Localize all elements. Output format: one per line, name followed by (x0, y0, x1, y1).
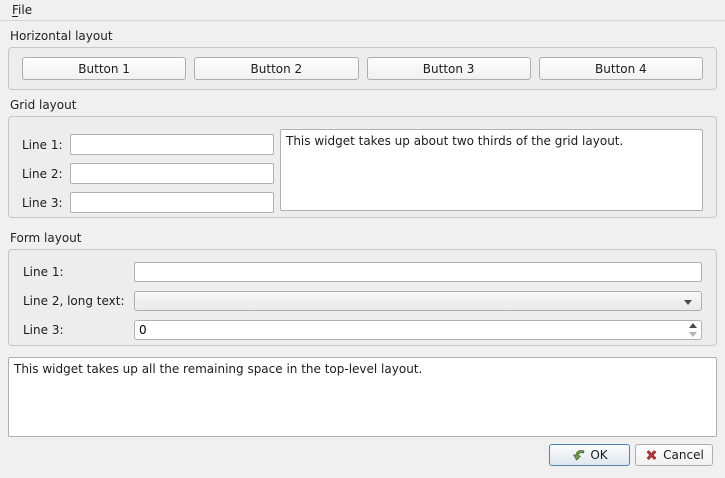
groupbox-form-frame: Line 1: Line 2, long text: Line 3: (8, 249, 717, 346)
groupbox-grid-layout: Grid layout Line 1: Line 2: Line 3: This… (8, 98, 717, 218)
spinbox-up-button[interactable] (685, 321, 701, 330)
button-4[interactable]: Button 4 (538, 57, 703, 80)
ok-button[interactable]: OK (549, 444, 630, 466)
form-line2-combobox[interactable] (134, 291, 702, 311)
form-line2-field (134, 291, 702, 311)
form-line3-label: Line 3: (23, 323, 64, 337)
groupbox-grid-frame: Line 1: Line 2: Line 3: This widget take… (8, 116, 717, 218)
cancel-button[interactable]: Cancel (635, 444, 713, 466)
grid-text-edit[interactable]: This widget takes up about two thirds of… (280, 129, 703, 211)
form-row-2: Line 2, long text: (23, 291, 702, 311)
form-line3-field (134, 320, 702, 340)
grid-line3-input[interactable] (70, 192, 274, 213)
grid-line2-input[interactable] (70, 163, 274, 184)
groupbox-horizontal-layout: Horizontal layout Button 1 Button 2 Butt… (8, 29, 717, 90)
groupbox-horizontal-frame: Button 1 Button 2 Button 3 Button 4 (8, 47, 717, 90)
form-row-3: Line 3: (23, 320, 702, 340)
bottom-text-edit[interactable]: This widget takes up all the remaining s… (8, 357, 717, 437)
menu-file-rest: ile (18, 3, 33, 17)
groupbox-form-layout: Form layout Line 1: Line 2, long text: L… (8, 231, 717, 346)
grid-row-2: Line 2: (22, 163, 274, 184)
triangle-up-icon (689, 323, 697, 328)
groupbox-horizontal-title: Horizontal layout (10, 29, 113, 43)
form-line2-label: Line 2, long text: (23, 294, 125, 308)
form-row-1: Line 1: (23, 262, 702, 282)
menu-bar: File (0, 0, 725, 21)
ok-green-arrow-icon (573, 449, 585, 460)
button-2[interactable]: Button 2 (194, 57, 359, 80)
form-line1-field (134, 262, 702, 282)
form-line3-spinbox[interactable] (134, 320, 702, 340)
groupbox-grid-title: Grid layout (10, 98, 77, 112)
cancel-red-x-icon (646, 449, 657, 460)
groupbox-form-title: Form layout (10, 231, 82, 245)
grid-left-column: Line 1: Line 2: Line 3: (22, 134, 274, 217)
triangle-down-icon (689, 332, 697, 337)
grid-line1-input[interactable] (70, 134, 274, 155)
dialog-button-box: OK Cancel (0, 444, 713, 466)
grid-row-3: Line 3: (22, 192, 274, 213)
button-1[interactable]: Button 1 (22, 57, 187, 80)
chevron-down-icon (684, 300, 692, 305)
grid-line3-label: Line 3: (22, 195, 63, 210)
spinbox-buttons (685, 321, 701, 339)
cancel-button-label: Cancel (663, 448, 704, 462)
grid-row-1: Line 1: (22, 134, 274, 155)
form-line1-input[interactable] (134, 262, 702, 282)
central-widget: Horizontal layout Button 1 Button 2 Butt… (0, 29, 725, 346)
spinbox-down-button[interactable] (685, 330, 701, 339)
grid-line1-label: Line 1: (22, 137, 63, 152)
window: { "menu_bar": { "items": [ { "name": "fi… (0, 0, 725, 478)
ok-button-label: OK (590, 448, 608, 462)
form-line1-label: Line 1: (23, 265, 64, 279)
spinbox-value-input[interactable] (135, 321, 685, 339)
button-3[interactable]: Button 3 (366, 57, 531, 80)
grid-line2-label: Line 2: (22, 166, 63, 181)
menu-file[interactable]: File (6, 1, 38, 19)
